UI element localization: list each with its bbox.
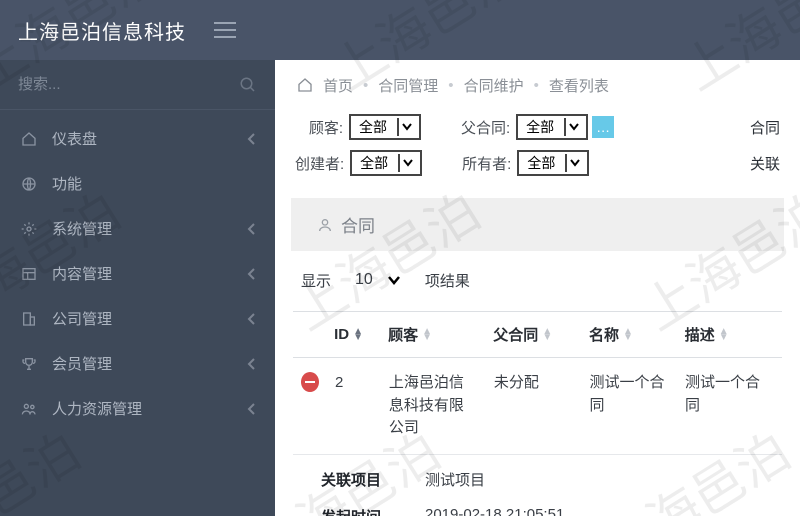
page-size-unit: 项结果 — [425, 270, 470, 291]
trophy-icon — [18, 356, 40, 372]
data-table: ID▲▼ 顾客▲▼ 父合同▲▼ 名称▲▼ 描述▲▼ 2 上海邑泊信息科技有限公司… — [293, 311, 782, 516]
chevron-down-icon — [398, 154, 416, 172]
home-icon — [297, 77, 313, 93]
sidebar-item-content[interactable]: 内容管理 — [0, 251, 275, 296]
sidebar-item-label: 内容管理 — [52, 263, 247, 284]
chevron-down-icon — [565, 154, 583, 172]
column-id[interactable]: ID▲▼ — [326, 312, 380, 357]
filter-trailing: 关联 — [750, 153, 780, 174]
sidebar-item-label: 仪表盘 — [52, 128, 247, 149]
chevron-down-icon — [397, 118, 415, 136]
sort-icon: ▲▼ — [542, 329, 552, 341]
filter-label-creator: 创建者: — [295, 153, 344, 174]
detail-value: 2019-02-18 21:05:51 — [425, 506, 564, 516]
breadcrumb-item[interactable]: 合同管理 — [378, 75, 438, 96]
search-box[interactable] — [0, 60, 275, 110]
chevron-left-icon — [247, 132, 257, 146]
person-icon — [317, 217, 333, 233]
table-row: 2 上海邑泊信息科技有限公司 未分配 测试一个合同 测试一个合同 — [293, 358, 782, 455]
globe-icon — [18, 176, 40, 192]
sort-icon: ▲▼ — [623, 329, 633, 341]
filter-select-owner[interactable]: 全部 — [517, 150, 589, 176]
sidebar-item-label: 系统管理 — [52, 218, 247, 239]
chevron-left-icon — [247, 312, 257, 326]
cell-name: 测试一个合同 — [581, 358, 677, 454]
more-button[interactable]: … — [592, 116, 614, 138]
search-input[interactable] — [18, 76, 239, 93]
sidebar-item-label: 公司管理 — [52, 308, 247, 329]
chevron-down-icon — [387, 275, 401, 285]
sidebar-item-label: 会员管理 — [52, 353, 247, 374]
chevron-left-icon — [247, 402, 257, 416]
detail-panel: 关联项目 测试项目 发起时间 2019-02-18 21:05:51 — [321, 461, 754, 516]
column-desc[interactable]: 描述▲▼ — [677, 312, 782, 357]
detail-value: 测试项目 — [425, 469, 485, 490]
page-size-select[interactable]: 10 — [345, 267, 411, 293]
cell-customer: 上海邑泊信息科技有限公司 — [381, 358, 486, 454]
column-name[interactable]: 名称▲▼ — [581, 312, 677, 357]
collapse-button[interactable] — [301, 372, 319, 392]
detail-key: 关联项目 — [321, 469, 425, 490]
page-size-label: 显示 — [301, 270, 331, 291]
app-header: 上海邑泊信息科技 — [0, 0, 800, 60]
sort-icon: ▲▼ — [719, 329, 729, 341]
filter-select-parent[interactable]: 全部 — [516, 114, 588, 140]
office-icon — [18, 311, 40, 327]
table-header: ID▲▼ 顾客▲▼ 父合同▲▼ 名称▲▼ 描述▲▼ — [293, 311, 782, 358]
cell-desc: 测试一个合同 — [677, 358, 782, 454]
sidebar-item-label: 人力资源管理 — [52, 398, 247, 419]
column-customer[interactable]: 顾客▲▼ — [380, 312, 485, 357]
chevron-left-icon — [247, 222, 257, 236]
detail-key: 发起时间 — [321, 506, 425, 516]
layout-icon — [18, 266, 40, 282]
sort-icon: ▲▼ — [353, 329, 363, 341]
sidebar-item-hr[interactable]: 人力资源管理 — [0, 386, 275, 431]
breadcrumb-item[interactable]: 查看列表 — [549, 75, 609, 96]
gears-icon — [18, 221, 40, 237]
cell-id: 2 — [327, 358, 381, 454]
brand-title: 上海邑泊信息科技 — [18, 16, 186, 45]
sidebar-item-member[interactable]: 会员管理 — [0, 341, 275, 386]
sidebar-item-label: 功能 — [52, 173, 257, 194]
sidebar-item-system[interactable]: 系统管理 — [0, 206, 275, 251]
menu-toggle-button[interactable] — [214, 22, 236, 38]
search-icon — [239, 76, 257, 94]
sidebar-item-company[interactable]: 公司管理 — [0, 296, 275, 341]
chevron-down-icon — [564, 118, 582, 136]
filter-select-creator[interactable]: 全部 — [350, 150, 422, 176]
page-size-row: 显示 10 项结果 — [275, 261, 800, 297]
filter-trailing: 合同 — [750, 117, 780, 138]
column-parent[interactable]: 父合同▲▼ — [485, 312, 581, 357]
nav: 仪表盘 功能 系统管理 内容管理 公司管理 会员管理 — [0, 110, 275, 431]
filters: 顾客: 全部 父合同: 全部 … 合同 创建者: 全部 — [275, 110, 800, 194]
sort-icon: ▲▼ — [422, 329, 432, 341]
filter-select-customer[interactable]: 全部 — [349, 114, 421, 140]
chevron-left-icon — [247, 357, 257, 371]
sidebar: 仪表盘 功能 系统管理 内容管理 公司管理 会员管理 — [0, 60, 275, 516]
chevron-left-icon — [247, 267, 257, 281]
filter-label-customer: 顾客: — [295, 117, 343, 138]
breadcrumb-home[interactable]: 首页 — [323, 75, 353, 96]
sidebar-item-features[interactable]: 功能 — [0, 161, 275, 206]
home-icon — [18, 131, 40, 147]
main: 首页 • 合同管理 • 合同维护 • 查看列表 顾客: 全部 父合同: 全部 … — [275, 60, 800, 516]
hamburger-icon — [214, 22, 236, 38]
section-title: 合同 — [291, 198, 784, 251]
breadcrumb-item[interactable]: 合同维护 — [464, 75, 524, 96]
sidebar-item-dashboard[interactable]: 仪表盘 — [0, 116, 275, 161]
breadcrumb: 首页 • 合同管理 • 合同维护 • 查看列表 — [275, 60, 800, 110]
filter-label-owner: 所有者: — [462, 153, 511, 174]
cell-parent: 未分配 — [486, 358, 582, 454]
people-icon — [18, 401, 40, 417]
filter-label-parent: 父合同: — [461, 117, 510, 138]
